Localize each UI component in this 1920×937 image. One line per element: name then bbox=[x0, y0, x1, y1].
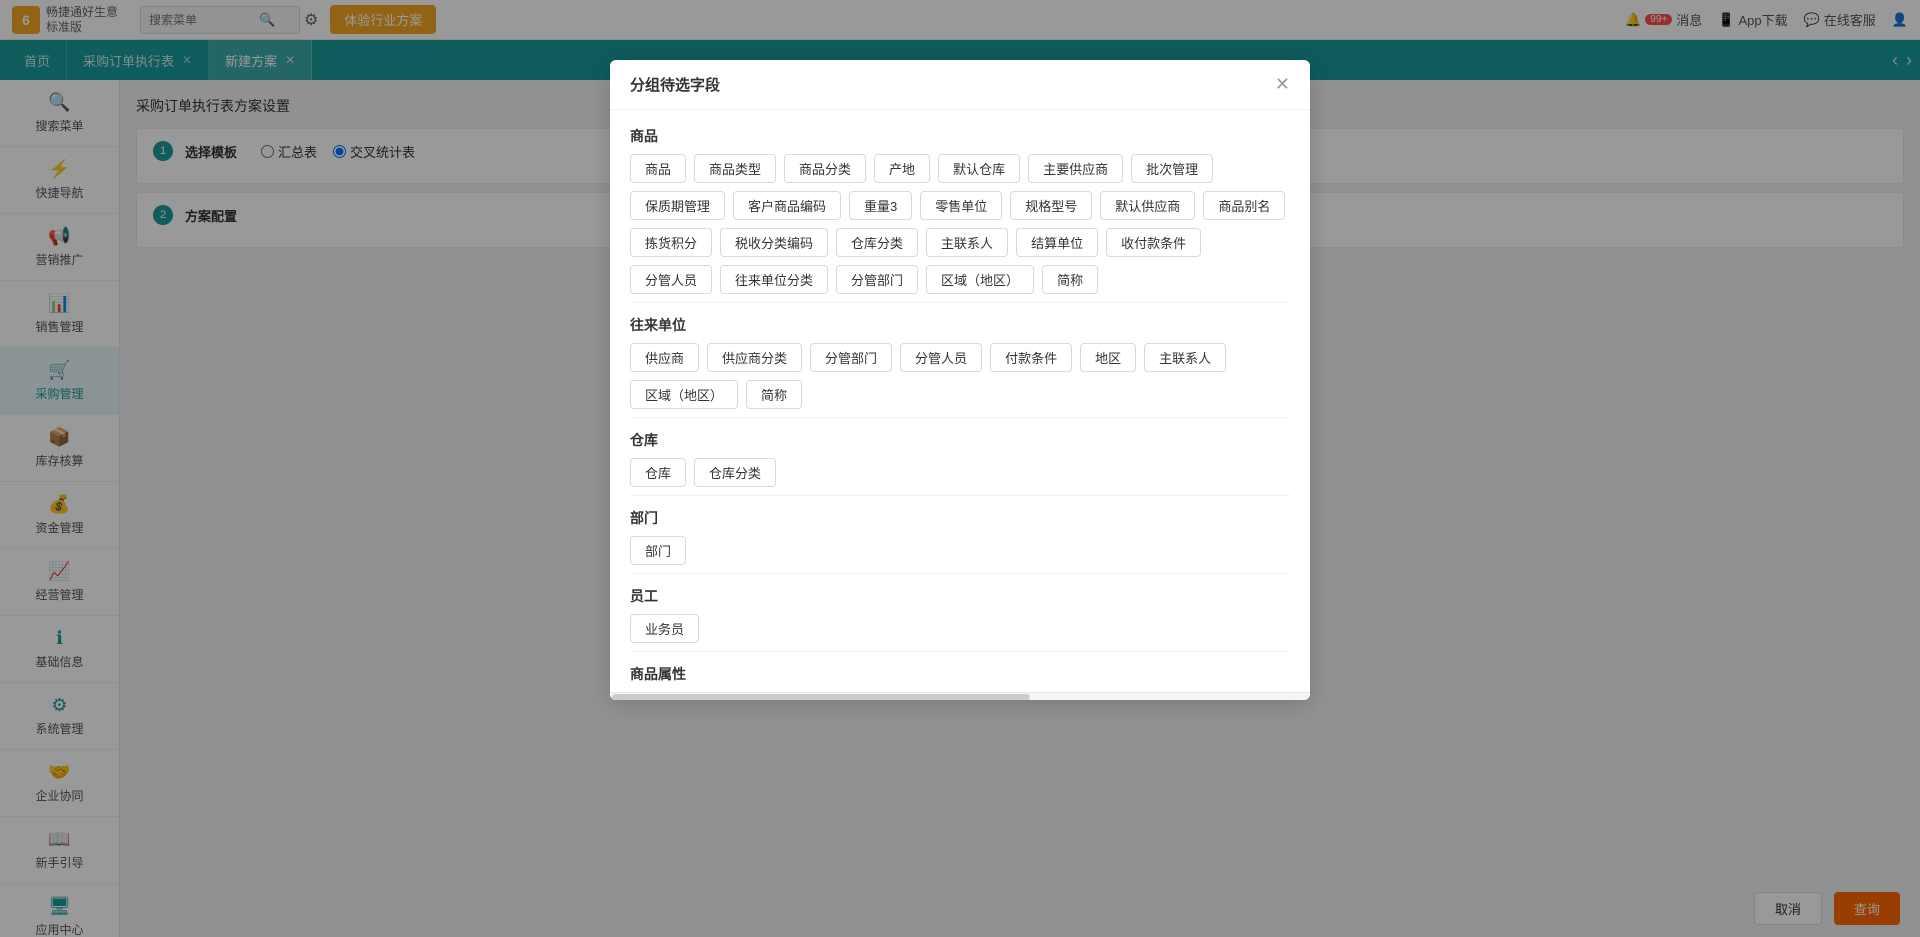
field-tag-goods-5[interactable]: 主要供应商 bbox=[1028, 154, 1123, 183]
field-tag-cp-8[interactable]: 简称 bbox=[746, 380, 802, 409]
field-tag-cp-7[interactable]: 区域（地区） bbox=[630, 380, 738, 409]
field-tag-goods-8[interactable]: 客户商品编码 bbox=[733, 191, 841, 220]
modal-hscroll-thumb bbox=[612, 694, 1030, 700]
field-tag-cp-3[interactable]: 分管人员 bbox=[900, 343, 982, 372]
divider-5 bbox=[630, 651, 1290, 652]
field-tags-employee: 业务员 bbox=[630, 614, 1290, 643]
field-tag-goods-21[interactable]: 往来单位分类 bbox=[720, 265, 828, 294]
field-tag-goods-2[interactable]: 商品分类 bbox=[784, 154, 866, 183]
field-tag-goods-9[interactable]: 重量3 bbox=[849, 191, 912, 220]
modal-close-button[interactable]: ✕ bbox=[1275, 74, 1290, 95]
divider-3 bbox=[630, 495, 1290, 496]
field-tag-goods-3[interactable]: 产地 bbox=[874, 154, 930, 183]
field-tag-wh-0[interactable]: 仓库 bbox=[630, 458, 686, 487]
field-tag-cp-4[interactable]: 付款条件 bbox=[990, 343, 1072, 372]
field-tag-goods-15[interactable]: 税收分类编码 bbox=[720, 228, 828, 257]
field-tag-goods-0[interactable]: 商品 bbox=[630, 154, 686, 183]
section-title-goods: 商品 bbox=[630, 126, 1290, 146]
field-tag-goods-10[interactable]: 零售单位 bbox=[920, 191, 1002, 220]
modal-title: 分组待选字段 bbox=[630, 74, 720, 95]
field-tags-counterparty: 供应商 供应商分类 分管部门 分管人员 付款条件 地区 主联系人 区域（地区） … bbox=[630, 343, 1290, 409]
field-tag-goods-23[interactable]: 区域（地区） bbox=[926, 265, 1034, 294]
field-tag-goods-4[interactable]: 默认仓库 bbox=[938, 154, 1020, 183]
modal-hscroll[interactable] bbox=[610, 692, 1310, 700]
field-tag-goods-7[interactable]: 保质期管理 bbox=[630, 191, 725, 220]
field-tag-cp-1[interactable]: 供应商分类 bbox=[707, 343, 802, 372]
divider-4 bbox=[630, 573, 1290, 574]
modal-overlay: 分组待选字段 ✕ 商品 商品 商品类型 商品分类 产地 默认仓库 主要供应商 批… bbox=[0, 0, 1920, 937]
field-tag-goods-19[interactable]: 收付款条件 bbox=[1106, 228, 1201, 257]
field-tag-cp-2[interactable]: 分管部门 bbox=[810, 343, 892, 372]
field-tag-cp-0[interactable]: 供应商 bbox=[630, 343, 699, 372]
divider-2 bbox=[630, 417, 1290, 418]
section-title-goods-attr: 商品属性 bbox=[630, 664, 1290, 684]
field-tags-warehouse: 仓库 仓库分类 bbox=[630, 458, 1290, 487]
section-title-warehouse: 仓库 bbox=[630, 430, 1290, 450]
section-title-dept: 部门 bbox=[630, 508, 1290, 528]
modal-header: 分组待选字段 ✕ bbox=[610, 60, 1310, 110]
field-tag-goods-11[interactable]: 规格型号 bbox=[1010, 191, 1092, 220]
field-tag-goods-13[interactable]: 商品别名 bbox=[1203, 191, 1285, 220]
field-tags-goods: 商品 商品类型 商品分类 产地 默认仓库 主要供应商 批次管理 保质期管理 客户… bbox=[630, 154, 1290, 294]
field-tag-dept-0[interactable]: 部门 bbox=[630, 536, 686, 565]
field-tag-wh-1[interactable]: 仓库分类 bbox=[694, 458, 776, 487]
field-tag-goods-12[interactable]: 默认供应商 bbox=[1100, 191, 1195, 220]
field-tags-dept: 部门 bbox=[630, 536, 1290, 565]
field-tag-goods-14[interactable]: 拣货积分 bbox=[630, 228, 712, 257]
field-tag-emp-0[interactable]: 业务员 bbox=[630, 614, 699, 643]
field-tag-goods-22[interactable]: 分管部门 bbox=[836, 265, 918, 294]
section-title-counterparty: 往来单位 bbox=[630, 315, 1290, 335]
field-tag-goods-20[interactable]: 分管人员 bbox=[630, 265, 712, 294]
modal: 分组待选字段 ✕ 商品 商品 商品类型 商品分类 产地 默认仓库 主要供应商 批… bbox=[610, 60, 1310, 700]
field-tag-goods-24[interactable]: 简称 bbox=[1042, 265, 1098, 294]
field-tag-goods-16[interactable]: 仓库分类 bbox=[836, 228, 918, 257]
field-tag-cp-5[interactable]: 地区 bbox=[1080, 343, 1136, 372]
section-title-employee: 员工 bbox=[630, 586, 1290, 606]
field-tag-cp-6[interactable]: 主联系人 bbox=[1144, 343, 1226, 372]
field-tag-goods-6[interactable]: 批次管理 bbox=[1131, 154, 1213, 183]
field-tag-goods-1[interactable]: 商品类型 bbox=[694, 154, 776, 183]
field-tag-goods-18[interactable]: 结算单位 bbox=[1016, 228, 1098, 257]
modal-body[interactable]: 商品 商品 商品类型 商品分类 产地 默认仓库 主要供应商 批次管理 保质期管理… bbox=[610, 110, 1310, 692]
field-tag-goods-17[interactable]: 主联系人 bbox=[926, 228, 1008, 257]
divider-1 bbox=[630, 302, 1290, 303]
